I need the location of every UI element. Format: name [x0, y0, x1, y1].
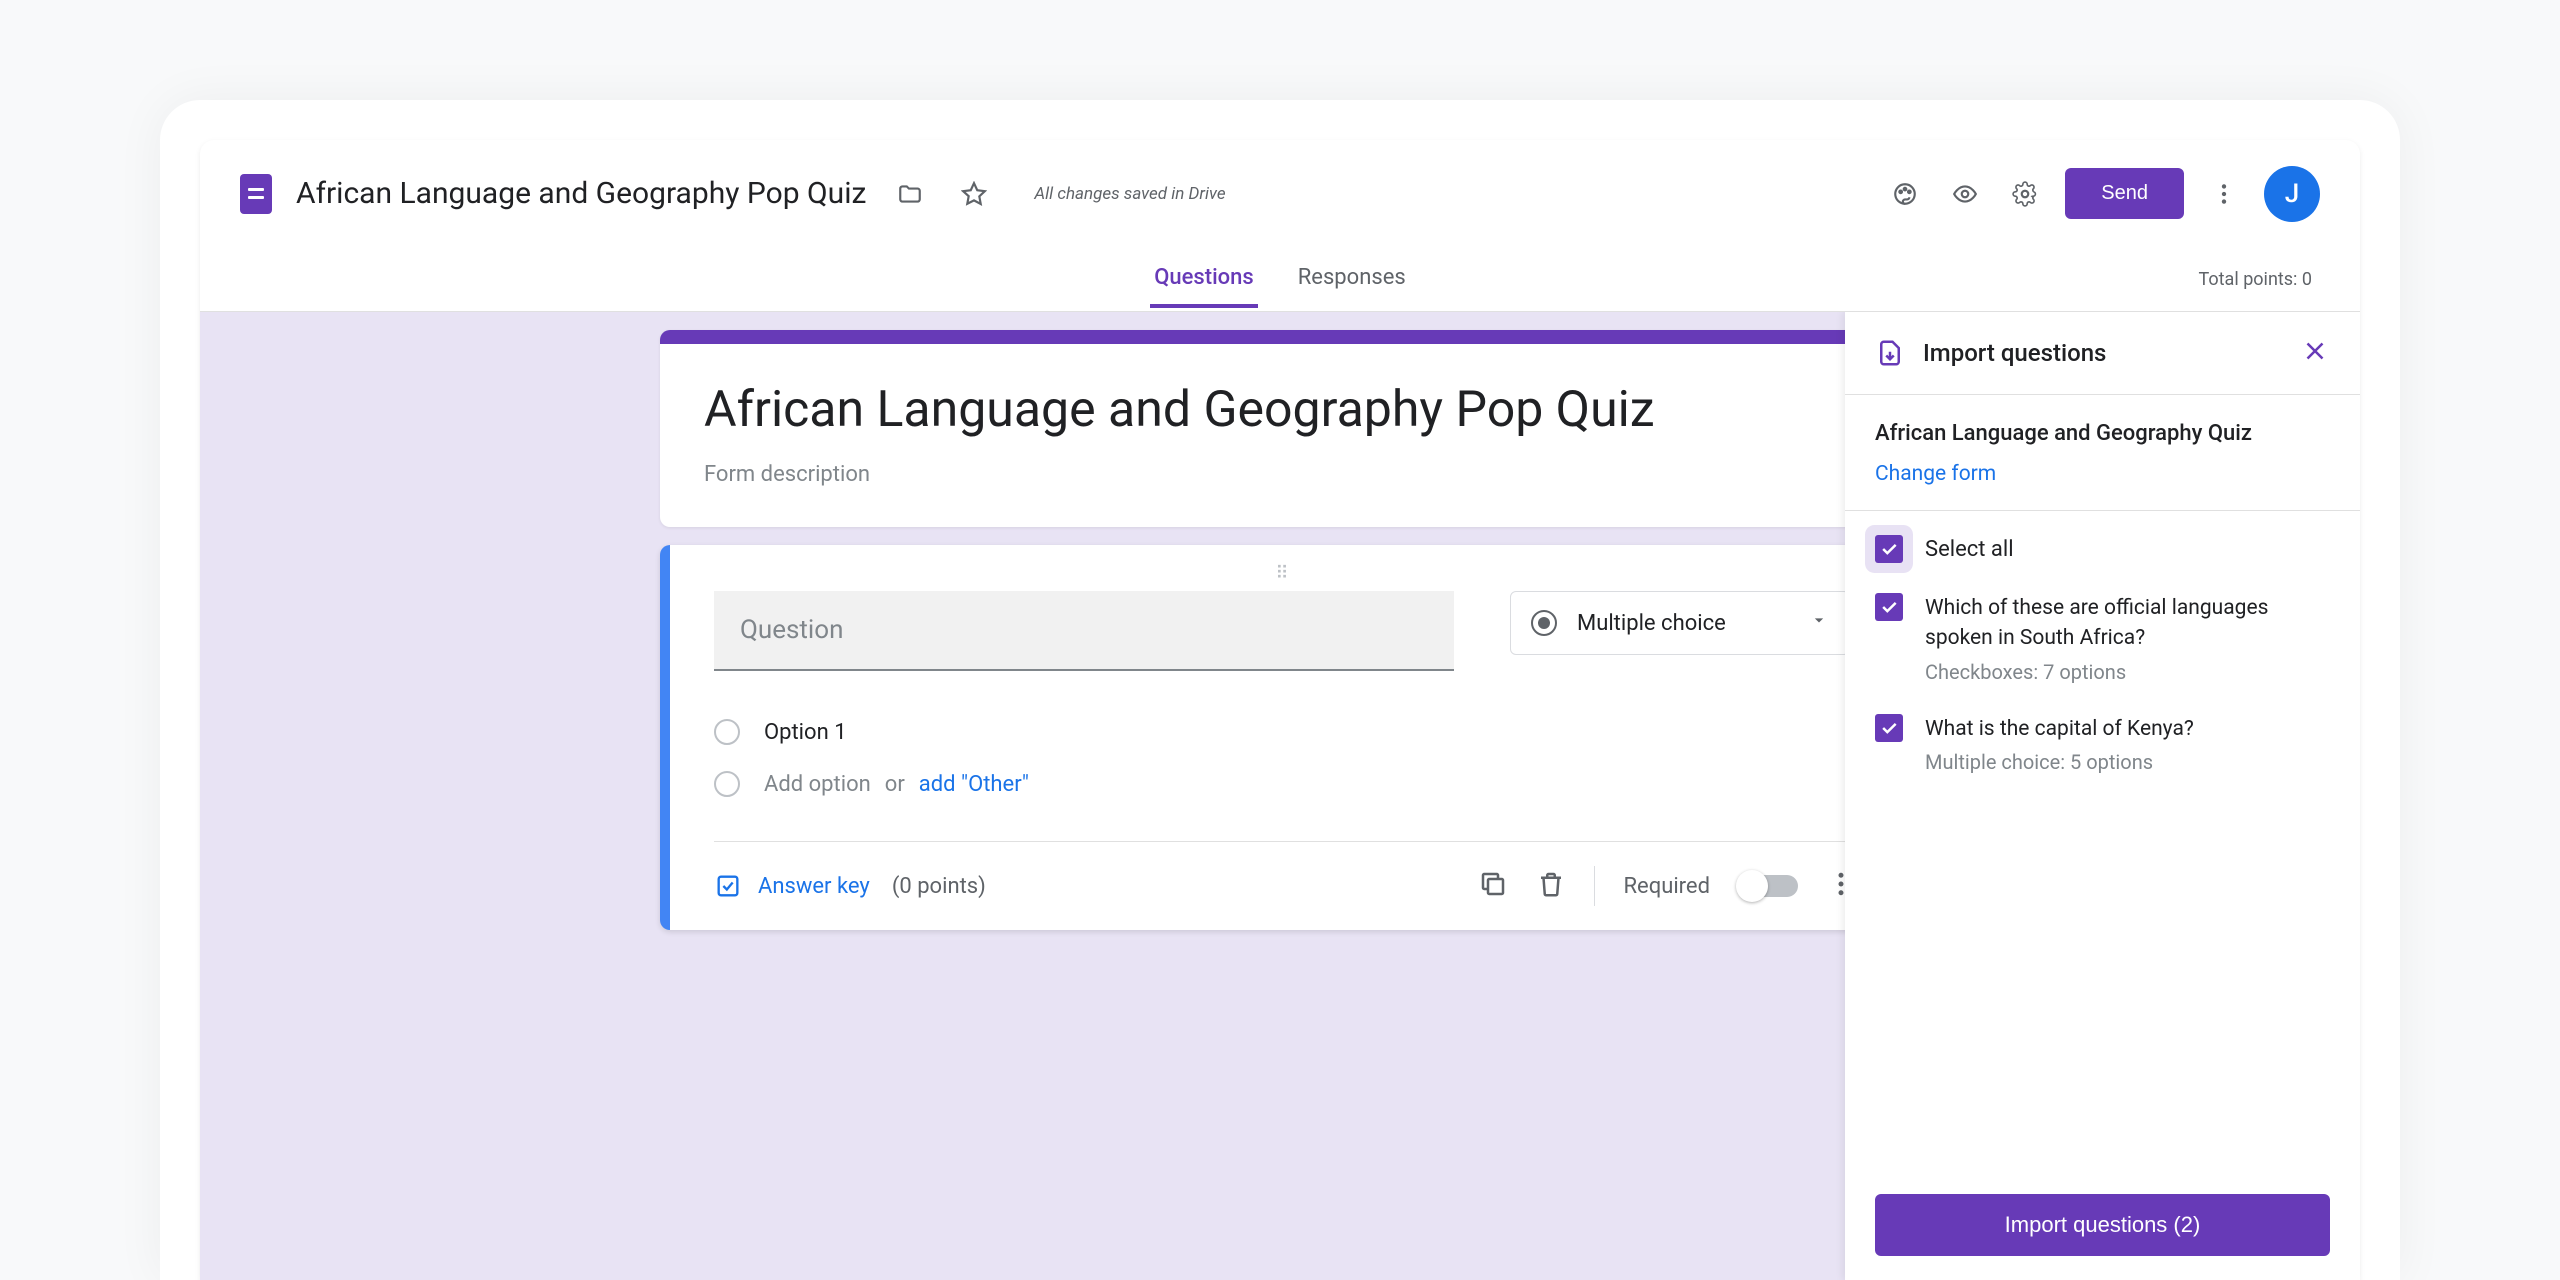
- import-question-text: Which of these are official languages sp…: [1925, 593, 2330, 654]
- tab-responses[interactable]: Responses: [1294, 251, 1410, 308]
- palette-icon[interactable]: [1885, 174, 1925, 214]
- radio-empty-icon: [714, 771, 740, 797]
- import-question-row[interactable]: What is the capital of Kenya? Multiple c…: [1875, 714, 2330, 774]
- import-question-text: What is the capital of Kenya?: [1925, 714, 2194, 744]
- or-label: or: [885, 772, 905, 797]
- drag-handle-icon[interactable]: ⠿: [714, 563, 1856, 579]
- close-icon[interactable]: [2300, 336, 2330, 370]
- avatar[interactable]: J: [2264, 166, 2320, 222]
- import-questions-button[interactable]: Import questions (2): [1875, 1194, 2330, 1256]
- send-button[interactable]: Send: [2065, 168, 2184, 219]
- import-question-sub: Checkboxes: 7 options: [1925, 660, 2330, 684]
- delete-icon[interactable]: [1536, 869, 1566, 903]
- import-source-title: African Language and Geography Quiz: [1875, 419, 2330, 450]
- save-status: All changes saved in Drive: [1034, 184, 1225, 204]
- question-checkbox[interactable]: [1875, 593, 1903, 621]
- required-toggle[interactable]: [1738, 875, 1798, 897]
- divider: [1594, 866, 1595, 906]
- select-all-label[interactable]: Select all: [1925, 535, 2014, 562]
- select-all-checkbox[interactable]: [1875, 535, 1903, 563]
- option-row[interactable]: Option 1: [714, 719, 1856, 745]
- form-header-desc[interactable]: Form description: [704, 462, 1856, 487]
- chevron-down-icon: [1809, 610, 1829, 636]
- import-title: Import questions: [1923, 339, 2106, 367]
- question-checkbox[interactable]: [1875, 714, 1903, 742]
- question-type-select[interactable]: Multiple choice: [1510, 591, 1850, 655]
- more-icon[interactable]: [2204, 174, 2244, 214]
- import-question-sub: Multiple choice: 5 options: [1925, 750, 2194, 774]
- form-header-title[interactable]: African Language and Geography Pop Quiz: [704, 380, 1856, 440]
- add-option-row[interactable]: Add option or add "Other": [714, 771, 1856, 797]
- settings-icon[interactable]: [2005, 174, 2045, 214]
- change-form-link[interactable]: Change form: [1875, 462, 1996, 486]
- form-title[interactable]: African Language and Geography Pop Quiz: [296, 176, 866, 211]
- radio-empty-icon: [714, 719, 740, 745]
- forms-logo-icon[interactable]: [240, 174, 272, 214]
- option-label[interactable]: Option 1: [764, 720, 847, 745]
- add-other-link[interactable]: add "Other": [919, 772, 1029, 797]
- question-type-label: Multiple choice: [1577, 611, 1726, 636]
- question-input[interactable]: Question: [714, 591, 1454, 671]
- star-icon[interactable]: [954, 174, 994, 214]
- duplicate-icon[interactable]: [1478, 869, 1508, 903]
- import-panel: Import questions African Language and Ge…: [1845, 312, 2360, 1280]
- required-label: Required: [1623, 874, 1710, 899]
- answer-key-button[interactable]: Answer key: [714, 872, 870, 900]
- import-question-row[interactable]: Which of these are official languages sp…: [1875, 593, 2330, 684]
- form-header-card[interactable]: African Language and Geography Pop Quiz …: [660, 330, 1900, 527]
- points-text: (0 points): [892, 874, 986, 899]
- tab-questions[interactable]: Questions: [1150, 251, 1257, 308]
- radio-icon: [1531, 610, 1557, 636]
- import-icon: [1875, 338, 1905, 368]
- preview-icon[interactable]: [1945, 174, 1985, 214]
- answer-key-label: Answer key: [758, 874, 870, 899]
- total-points: Total points: 0: [2199, 269, 2312, 290]
- question-card[interactable]: ⠿ Question Multiple choice Option 1: [660, 545, 1900, 930]
- folder-icon[interactable]: [890, 174, 930, 214]
- add-option-label[interactable]: Add option: [764, 772, 871, 797]
